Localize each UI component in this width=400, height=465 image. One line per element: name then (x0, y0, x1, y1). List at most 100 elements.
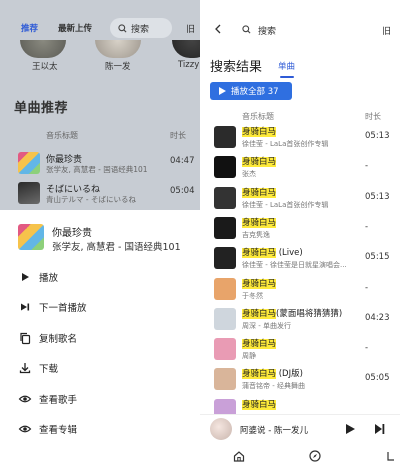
table-row[interactable]: 身骑白马 吉克隽逸 - (200, 214, 400, 244)
table-row[interactable]: 身骑白马 于冬然 - (200, 275, 400, 305)
song-duration: 04:47 (170, 156, 195, 166)
page-title: 搜索结果 (210, 60, 263, 75)
song-subtitle: 周静 (242, 352, 256, 361)
song-title: 身骑白马 (242, 277, 277, 289)
column-header-title: 音乐标题 (242, 112, 274, 121)
player-song-title: 阿婆说 - 陈一发儿 (240, 426, 308, 436)
player-cover (210, 418, 232, 440)
album-cover (18, 224, 44, 250)
table-row[interactable]: 身骑白马 徐佳莹 - LaLa首张创作专辑 05:13 (200, 184, 400, 214)
table-row[interactable]: 身骑白马 (DJ版) 蒲音铭帝 - 经典舞曲 05:05 (200, 365, 400, 395)
download-icon (19, 363, 31, 374)
search-highlight: 身骑白马 (242, 127, 277, 137)
search-highlight: 身骑白马 (242, 399, 277, 410)
song-duration: - (365, 221, 369, 232)
play-icon (22, 273, 29, 281)
table-row[interactable]: 身骑白马(蒙面唱将猜猜猜) 周深 - 单曲发行 04:23 (200, 305, 400, 335)
search-highlight: 身骑白马 (242, 308, 277, 319)
table-row[interactable]: 身骑白马 徐佳莹 - LaLa首张创作专辑 05:13 (200, 123, 400, 153)
menu-item-play[interactable]: 播放 (0, 266, 200, 288)
tab-old[interactable]: 旧 (382, 24, 391, 37)
bottom-nav (200, 448, 400, 465)
album-cover (214, 156, 236, 179)
song-title: 身骑白马 (Live) (242, 246, 303, 259)
column-header-duration: 时长 (365, 112, 381, 121)
table-row[interactable]: 身骑白马 周静 - (200, 335, 400, 365)
search-icon (118, 23, 127, 32)
mini-player[interactable]: 阿婆说 - 陈一发儿 (200, 414, 400, 444)
song-title: 身骑白马 (242, 155, 277, 168)
back-icon[interactable] (214, 24, 222, 34)
search-input[interactable]: 搜索 (110, 18, 172, 38)
album-cover (214, 216, 236, 239)
list-item[interactable]: そばにいるね 青山テルマ - そばにいるね 05:04 (0, 180, 200, 206)
song-title-rest: (蒙面唱将猜猜猜) (276, 308, 343, 319)
artist-name[interactable]: 王以太 (32, 60, 58, 72)
song-duration: 05:05 (365, 373, 390, 384)
play-all-button[interactable]: 播放全部 37 (210, 82, 292, 100)
song-subtitle: 吉克隽逸 (242, 230, 270, 239)
table-row[interactable]: 身骑白马 (Live) 徐佳莹 - 徐佳莹是日就星演唱会... 05:15 (200, 244, 400, 274)
menu-item-label: 播放 (39, 273, 59, 284)
discover-icon[interactable] (309, 450, 321, 462)
album-cover (18, 152, 40, 174)
tab-latest-upload[interactable]: 最新上传 (58, 22, 92, 34)
list-item[interactable]: 你最珍贵 张学友, 高慧君 - 国语经典101 04:47 (0, 150, 200, 176)
song-title-rest: (Live) (276, 248, 303, 259)
home-icon[interactable] (233, 450, 245, 462)
column-header-title: 音乐标题 (46, 131, 78, 140)
search-input[interactable]: 搜索 (258, 24, 276, 37)
play-icon[interactable] (346, 424, 355, 434)
eye-icon (18, 395, 32, 403)
next-icon[interactable] (375, 424, 385, 434)
song-duration: - (365, 343, 369, 354)
artist-name[interactable]: 陈一发 (105, 60, 131, 72)
song-subtitle: 张杰 (242, 170, 256, 179)
album-cover (214, 277, 236, 300)
menu-item-label: 查看专辑 (39, 425, 78, 436)
song-duration: - (365, 282, 369, 293)
song-title: 身骑白马 (DJ版) (242, 367, 303, 380)
menu-item-label: 下一首播放 (39, 303, 87, 314)
avatar[interactable] (95, 40, 141, 58)
menu-item-view-artist[interactable]: 查看歌手 (0, 388, 200, 410)
eye-icon (18, 425, 32, 433)
song-duration: 05:13 (365, 131, 390, 141)
album-cover (214, 247, 236, 270)
menu-item-play-next[interactable]: 下一首播放 (0, 296, 200, 318)
song-title: 身骑白马 (242, 125, 277, 137)
menu-item-copy-name[interactable]: 复制歌名 (0, 327, 200, 349)
song-subtitle: 蒲音铭帝 - 经典舞曲 (242, 382, 305, 391)
tab-recommend[interactable]: 推荐 (21, 22, 38, 34)
tab-old[interactable]: 旧 (186, 22, 195, 35)
song-duration: - (365, 161, 369, 172)
search-icon (242, 25, 251, 34)
song-duration: 05:04 (170, 186, 195, 196)
song-subtitle: 张学友, 高慧君 - 国语经典101 (46, 165, 148, 174)
more-icon[interactable] (386, 450, 396, 462)
avatar[interactable] (20, 40, 66, 58)
song-title-rest: (DJ版) (276, 369, 303, 380)
play-icon (219, 87, 226, 95)
search-highlight: 身骑白马 (242, 248, 277, 259)
song-subtitle: 徐佳莹 - 徐佳莹是日就星演唱会... (242, 261, 347, 270)
album-cover (214, 307, 236, 330)
table-row[interactable]: 身骑白马张杰 - (200, 153, 400, 183)
section-title: 单曲推荐 (14, 101, 69, 116)
search-placeholder: 搜索 (131, 24, 150, 35)
song-subtitle: 周深 - 单曲发行 (242, 321, 291, 330)
tab-single[interactable]: 单曲 (278, 60, 295, 72)
search-highlight: 身骑白马 (242, 369, 277, 380)
play-all-label: 播放全部 37 (231, 87, 279, 97)
menu-item-label: 复制歌名 (39, 334, 78, 345)
song-subtitle: 青山テルマ - そばにいるね (46, 195, 136, 204)
song-duration: 04:23 (365, 312, 390, 323)
menu-item-view-album[interactable]: 查看专辑 (0, 418, 200, 440)
avatar[interactable] (172, 40, 200, 58)
artist-name[interactable]: Tizzy (178, 60, 199, 70)
song-subtitle: 徐佳莹 - LaLa首张创作专辑 (242, 200, 329, 209)
tab-underline (280, 76, 294, 78)
copy-icon (20, 332, 31, 345)
column-header-duration: 时长 (170, 131, 186, 140)
menu-item-download[interactable]: 下载 (0, 357, 200, 379)
